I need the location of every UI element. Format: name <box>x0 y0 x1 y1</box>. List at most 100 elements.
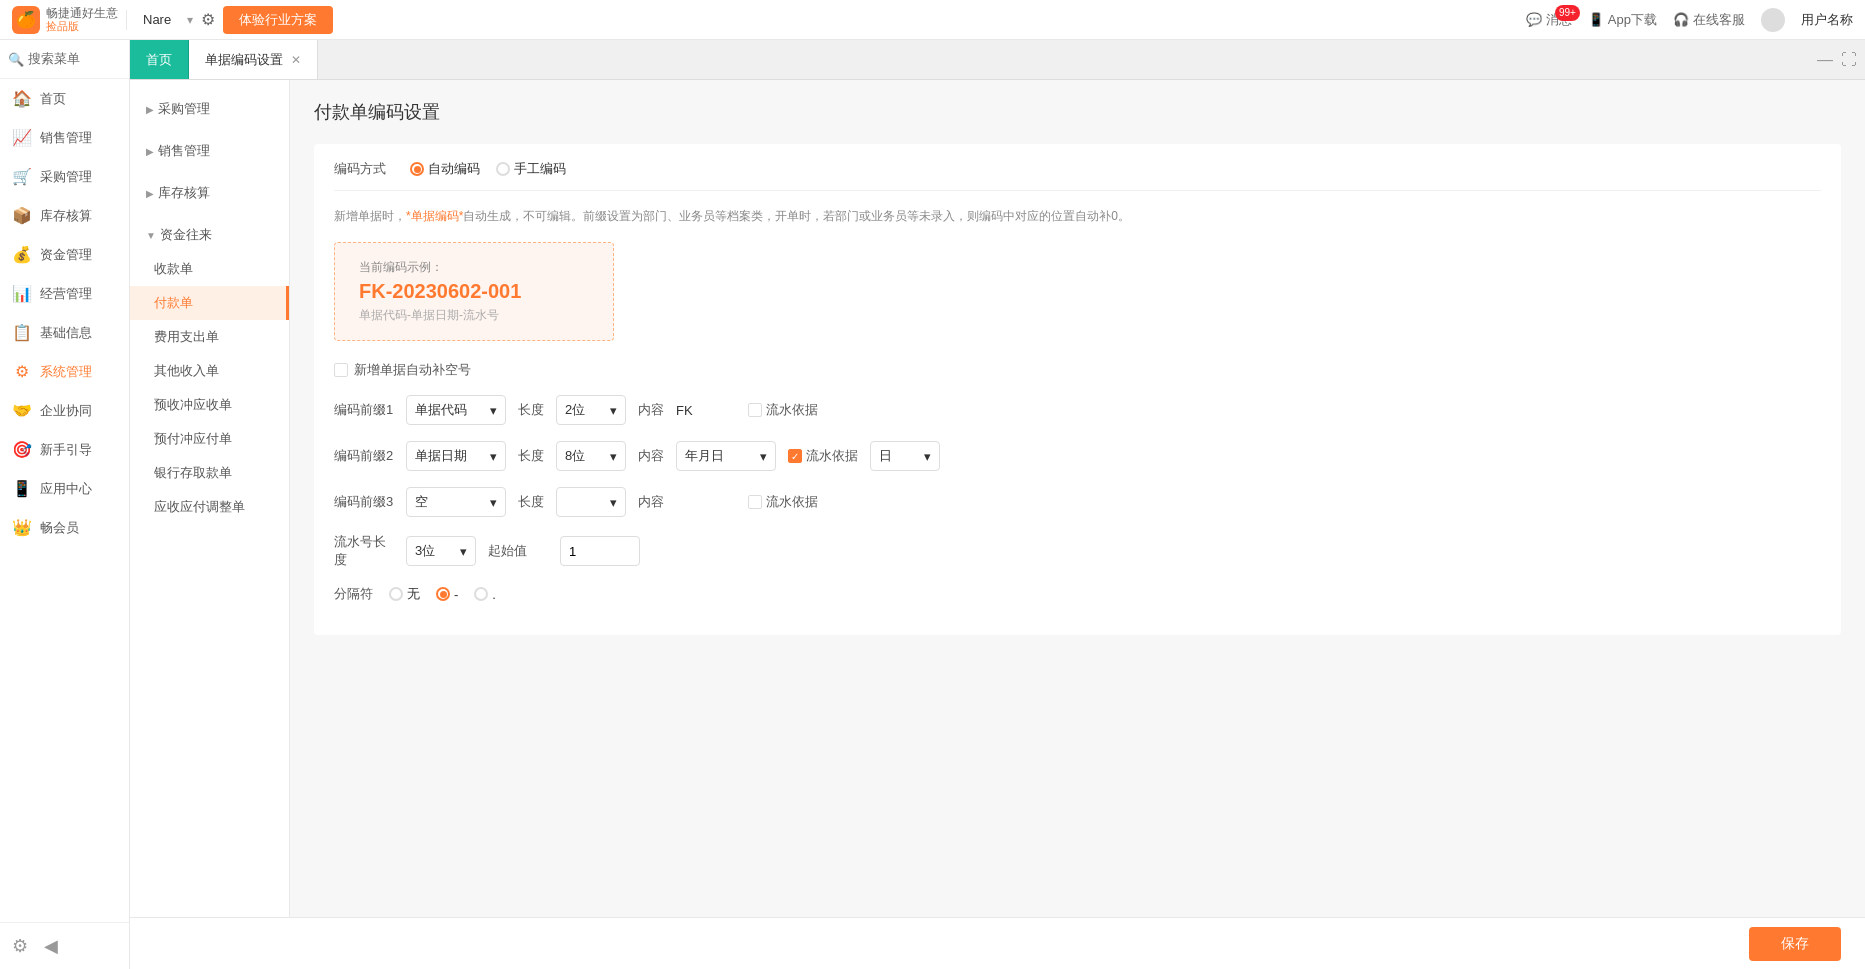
trial-button[interactable]: 体验行业方案 <box>223 6 333 34</box>
sidebar-item-inventory[interactable]: 📦 库存核算 <box>0 196 129 235</box>
serial3-checkbox[interactable] <box>748 495 762 509</box>
auto-encode-radio[interactable]: 自动编码 <box>410 160 480 178</box>
message-button[interactable]: 💬 消息 99+ <box>1526 11 1572 29</box>
sidebar-item-basic[interactable]: 📋 基础信息 <box>0 313 129 352</box>
sep-label: 分隔符 <box>334 585 373 603</box>
auto-fill-label: 新增单据自动补空号 <box>354 361 471 379</box>
prefix1-select[interactable]: 单据代码 ▾ <box>406 395 506 425</box>
serial-start-label: 起始值 <box>488 542 548 560</box>
sub-nav-purchase[interactable]: ▶ 采购管理 <box>130 92 289 126</box>
serial2-checkbox-row: ✓ 流水依据 <box>788 447 858 465</box>
length3-select[interactable]: ▾ <box>556 487 626 517</box>
app-download-icon: 📱 <box>1588 12 1604 27</box>
sub-nav-bank[interactable]: 银行存取款单 <box>130 456 289 490</box>
tab-maximize-icon[interactable]: ⛶ <box>1841 51 1857 69</box>
manual-encode-radio-circle <box>496 162 510 176</box>
config-row-2: 编码前缀2 单据日期 ▾ 长度 8位 ▾ 内容 年月日 <box>334 441 1821 471</box>
collab-icon: 🤝 <box>12 401 32 420</box>
content2-label: 内容 <box>638 447 664 465</box>
serial2-checkbox[interactable]: ✓ <box>788 449 802 463</box>
encode-mode-row: 编码方式 自动编码 手工编码 <box>334 160 1821 191</box>
app-download-button[interactable]: 📱 App下载 <box>1588 11 1657 29</box>
message-badge: 99+ <box>1555 5 1580 21</box>
guide-icon: 🎯 <box>12 440 32 459</box>
sep-none-radio[interactable]: 无 <box>389 585 420 603</box>
sidebar-item-member[interactable]: 👑 畅会员 <box>0 508 129 547</box>
logo-icon: 🍊 <box>12 6 40 34</box>
sidebar-collapse-icon[interactable]: ◀ <box>44 935 58 957</box>
sidebar-item-finance[interactable]: 💰 资金管理 <box>0 235 129 274</box>
length1-chevron-icon: ▾ <box>610 403 617 418</box>
serial1-checkbox-row: 流水依据 <box>748 401 818 419</box>
length2-select[interactable]: 8位 ▾ <box>556 441 626 471</box>
sub-nav-sales[interactable]: ▶ 销售管理 <box>130 134 289 168</box>
manual-encode-radio[interactable]: 手工编码 <box>496 160 566 178</box>
company-dropdown-icon[interactable]: ▾ <box>187 13 193 27</box>
info-text: 新增单据时，*单据编码*自动生成，不可编辑。前缀设置为部门、业务员等档案类，开单… <box>334 207 1821 226</box>
search-menu-button[interactable]: 🔍 搜索菜单 <box>0 40 129 79</box>
sidebar-item-apps[interactable]: 📱 应用中心 <box>0 469 129 508</box>
length1-select[interactable]: 2位 ▾ <box>556 395 626 425</box>
chevron-right-icon-3: ▶ <box>146 188 154 199</box>
serial3-label: 流水依据 <box>766 493 818 511</box>
search-icon: 🔍 <box>8 52 24 67</box>
sep-dot-radio[interactable]: . <box>474 587 496 602</box>
tab-encode-settings[interactable]: 单据编码设置 ✕ <box>189 40 318 79</box>
content3-label: 内容 <box>638 493 664 511</box>
sidebar-item-home[interactable]: 🏠 首页 <box>0 79 129 118</box>
encode-settings-card: 编码方式 自动编码 手工编码 <box>314 144 1841 635</box>
serial-start-input[interactable] <box>560 536 640 566</box>
serial1-label: 流水依据 <box>766 401 818 419</box>
day-chevron-icon: ▾ <box>924 449 931 464</box>
settings-icon[interactable]: ⚙ <box>201 10 215 29</box>
serial-length-select[interactable]: 3位 ▾ <box>406 536 476 566</box>
chevron-right-icon-2: ▶ <box>146 146 154 157</box>
sep-dash-radio[interactable]: - <box>436 587 458 602</box>
sidebar-item-sales[interactable]: 📈 销售管理 <box>0 118 129 157</box>
prefix2-select[interactable]: 单据日期 ▾ <box>406 441 506 471</box>
sep-none-circle <box>389 587 403 601</box>
sub-nav-advance-payable[interactable]: 预付冲应付单 <box>130 422 289 456</box>
day-select-row: 日 ▾ <box>870 441 940 471</box>
sidebar-item-operations[interactable]: 📊 经营管理 <box>0 274 129 313</box>
sub-nav-adjustment[interactable]: 应收应付调整单 <box>130 490 289 524</box>
preview-box: 当前编码示例： FK-20230602-001 单据代码-单据日期-流水号 <box>334 242 614 341</box>
content1-value: FK <box>676 403 736 418</box>
online-service-button[interactable]: 🎧 在线客服 <box>1673 11 1745 29</box>
prefix3-select[interactable]: 空 ▾ <box>406 487 506 517</box>
length1-label: 长度 <box>518 401 544 419</box>
inventory-icon: 📦 <box>12 206 32 225</box>
tab-close-icon[interactable]: ✕ <box>291 53 301 67</box>
encode-mode-label: 编码方式 <box>334 160 386 178</box>
sidebar-item-system[interactable]: ⚙ 系统管理 <box>0 352 129 391</box>
sidebar-item-purchase[interactable]: 🛒 采购管理 <box>0 157 129 196</box>
sub-nav-other-income[interactable]: 其他收入单 <box>130 354 289 388</box>
save-button[interactable]: 保存 <box>1749 927 1841 961</box>
serial1-checkbox[interactable] <box>748 403 762 417</box>
sep-dash-circle <box>436 587 450 601</box>
prefix2-chevron-icon: ▾ <box>490 449 497 464</box>
tab-home[interactable]: 首页 <box>130 40 189 79</box>
sidebar: 🔍 搜索菜单 🏠 首页 📈 销售管理 🛒 采购管理 📦 库存核算 💰 资金管理 … <box>0 40 130 969</box>
user-name: 用户名称 <box>1801 11 1853 29</box>
preview-desc: 单据代码-单据日期-流水号 <box>359 307 589 324</box>
serial2-label: 流水依据 <box>806 447 858 465</box>
separator-row: 分隔符 无 - . <box>334 585 1821 603</box>
sub-nav-receipt[interactable]: 收款单 <box>130 252 289 286</box>
sub-nav-payment[interactable]: 付款单 <box>130 286 289 320</box>
sidebar-item-collab[interactable]: 🤝 企业协同 <box>0 391 129 430</box>
tab-minimize-icon[interactable]: — <box>1817 51 1833 69</box>
service-icon: 🎧 <box>1673 12 1689 27</box>
length3-chevron-icon: ▾ <box>610 495 617 510</box>
sidebar-item-guide[interactable]: 🎯 新手引导 <box>0 430 129 469</box>
sub-nav-funds[interactable]: ▼ 资金往来 <box>130 218 289 252</box>
serial-length-row: 流水号长度 3位 ▾ 起始值 <box>334 533 1821 569</box>
auto-fill-checkbox[interactable] <box>334 363 348 377</box>
sub-nav-expense[interactable]: 费用支出单 <box>130 320 289 354</box>
content2-select[interactable]: 年月日 ▾ <box>676 441 776 471</box>
sub-nav-inventory[interactable]: ▶ 库存核算 <box>130 176 289 210</box>
chevron-down-icon: ▼ <box>146 230 156 241</box>
sidebar-settings-icon[interactable]: ⚙ <box>12 935 28 957</box>
day-select[interactable]: 日 ▾ <box>870 441 940 471</box>
sub-nav-advance-receivable[interactable]: 预收冲应收单 <box>130 388 289 422</box>
